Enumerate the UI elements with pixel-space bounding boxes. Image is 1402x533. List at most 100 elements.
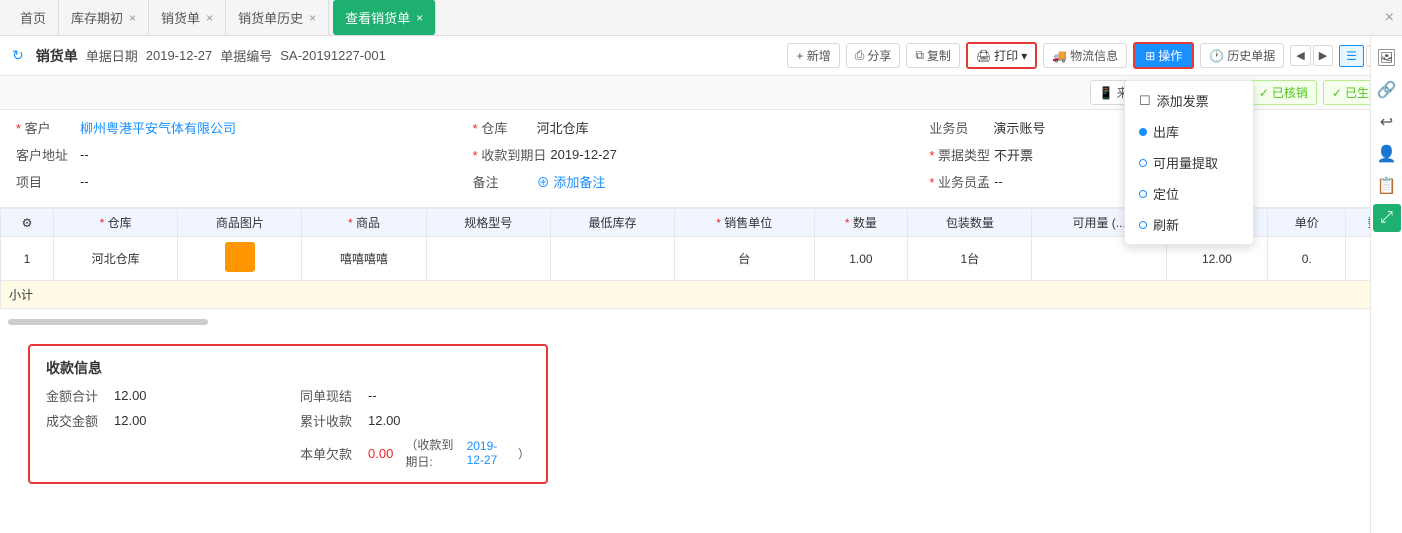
copy-button[interactable]: ⧉ 复制 [906, 43, 960, 68]
confirmed-badge[interactable]: ✓ 已核销 [1250, 80, 1317, 105]
address-label: 客户地址 [16, 145, 76, 164]
tab-inventory-init[interactable]: 库存期初 × [59, 0, 149, 35]
doc-type-title: 销货单 [36, 46, 78, 66]
arrears-label: 本单欠款 [300, 444, 360, 463]
dropdown-locate[interactable]: 定位 [1125, 178, 1253, 209]
ops-button[interactable]: ⊞ 操作 [1133, 42, 1194, 69]
share-label: 分享 [867, 47, 891, 64]
summary-title: 收款信息 [46, 358, 530, 378]
payment-date-field: 收款到期日 2019-12-27 [473, 145, 930, 164]
customer-value[interactable]: 柳州粤港平安气体有限公司 [80, 118, 236, 137]
history-button[interactable]: 🕐 历史单据 [1200, 43, 1284, 68]
payment-date-label: 收款到期日 [473, 145, 547, 164]
settings-icon: ⚙ [22, 216, 33, 230]
right-undo-btn[interactable]: ↩ [1373, 108, 1401, 136]
warehouse-label: 仓库 [473, 118, 533, 137]
tab-sales-order[interactable]: 销货单 × [149, 0, 226, 35]
tab-home-label: 首页 [20, 8, 46, 27]
bottom-area: 收款信息 金额合计 12.00 成交金额 12.00 同单现结 -- [0, 336, 1402, 504]
prev-button[interactable]: ◀ [1290, 45, 1310, 66]
cell-warehouse: 河北仓库 [54, 237, 178, 281]
col-min-stock: 最低库存 [550, 209, 674, 237]
toolbar-left: ↻ 销货单 单据日期 2019-12-27 单据编号 SA-20191227-0… [12, 46, 779, 66]
right-clipboard-btn[interactable]: 📋 [1373, 172, 1401, 200]
summary-col-left: 金额合计 12.00 成交金额 12.00 [46, 386, 276, 470]
plus-icon: ⊕ [537, 175, 550, 190]
dropdown-add-invoice[interactable]: ☐ 添加发票 [1125, 85, 1253, 116]
ticket-type-value: 不开票 [994, 145, 1033, 164]
remark-field: 备注 ⊕ 添加备注 [473, 172, 930, 191]
col-warehouse: 仓库 [54, 209, 178, 237]
print-button[interactable]: 🖨 打印 ▾ [966, 42, 1037, 69]
dropdown-label-locate: 定位 [1153, 184, 1179, 203]
add-remark-button[interactable]: ⊕ 添加备注 [537, 172, 606, 191]
col-unit: 销售单位 [675, 209, 815, 237]
summary-panel: 收款信息 金额合计 12.00 成交金额 12.00 同单现结 -- [28, 344, 548, 484]
deal-amount-label: 成交金额 [46, 411, 106, 430]
tab-sales-history[interactable]: 销货单历史 × [226, 0, 329, 35]
cell-image [178, 237, 302, 281]
right-image-btn[interactable]: 🖼 [1373, 44, 1401, 72]
ticket-type-label: 票据类型 [929, 145, 990, 164]
warehouse-value: 河北仓库 [537, 118, 589, 137]
subtotal-row: 小计 [1, 281, 1402, 309]
close-view-tab[interactable]: × [416, 11, 423, 25]
dropdown-available[interactable]: 可用量提取 [1125, 147, 1253, 178]
cumulative-label: 累计收款 [300, 411, 360, 430]
window-close-button[interactable]: × [1385, 9, 1394, 27]
list-view-button[interactable]: ☰ [1339, 45, 1364, 67]
dropdown-label-refresh: 刷新 [1153, 215, 1179, 234]
close-history-tab[interactable]: × [309, 11, 316, 25]
cell-price: 0. [1268, 237, 1346, 281]
deal-amount-value: 12.00 [114, 413, 147, 428]
col-gear[interactable]: ⚙ [1, 209, 54, 237]
dropdown-label-available: 可用量提取 [1153, 153, 1218, 172]
cell-unit: 台 [675, 237, 815, 281]
summary-same-order: 同单现结 -- [300, 386, 530, 405]
close-inventory-tab[interactable]: × [129, 11, 136, 25]
ops-dropdown-menu: ☐ 添加发票 出库 可用量提取 定位 刷新 [1124, 80, 1254, 245]
dropdown-outbound[interactable]: 出库 [1125, 116, 1253, 147]
doc-number-value: SA-20191227-001 [280, 48, 386, 63]
col-price: 单价 [1268, 209, 1346, 237]
cell-min-stock [550, 237, 674, 281]
tab-view-sales[interactable]: 查看销货单 × [333, 0, 436, 35]
share-button[interactable]: ⎙ 分享 [846, 43, 901, 68]
horizontal-scroll-area[interactable] [0, 309, 1402, 332]
summary-deal-amount: 成交金额 12.00 [46, 411, 276, 430]
arrears-value: 0.00 [368, 446, 393, 461]
right-expand-btn[interactable]: ⤢ [1373, 204, 1401, 232]
same-order-label: 同单现结 [300, 386, 360, 405]
logistics-icon: 🚚 [1052, 49, 1067, 63]
arrears-due-date-value: 2019-12-27 [467, 439, 510, 467]
next-button[interactable]: ▶ [1313, 45, 1333, 66]
customer-field: 客户 柳州粤港平安气体有限公司 [16, 118, 473, 137]
tab-view-label: 查看销货单 [345, 8, 410, 27]
col-image: 商品图片 [178, 209, 302, 237]
payment-date-value: 2019-12-27 [550, 147, 617, 162]
tab-home[interactable]: 首页 [8, 0, 59, 35]
logistics-button[interactable]: 🚚 物流信息 [1043, 43, 1127, 68]
new-button[interactable]: + 新增 [787, 43, 839, 68]
cell-product: 嘻嘻嘻嘻 [302, 237, 426, 281]
cell-seq: 1 [1, 237, 54, 281]
col-qty: 数量 [814, 209, 908, 237]
right-user-btn[interactable]: 👤 [1373, 140, 1401, 168]
col-spec: 规格型号 [426, 209, 550, 237]
staff-value: 演示账号 [993, 118, 1045, 137]
confirmed-label: 已核销 [1272, 84, 1308, 101]
customer-label: 客户 [16, 118, 76, 137]
col-product: 商品 [302, 209, 426, 237]
print-dropdown-arrow[interactable]: ▾ [1021, 49, 1027, 63]
right-panel: 🖼 🔗 ↩ 👤 📋 ⤢ [1370, 36, 1402, 533]
toolbar-right: + 新增 ⎙ 分享 ⧉ 复制 🖨 打印 ▾ 🚚 物流信息 ⊞ [787, 42, 1390, 69]
radio-dot-locate [1139, 190, 1147, 198]
dropdown-label-invoice: 添加发票 [1157, 91, 1209, 110]
amount-total-value: 12.00 [114, 388, 147, 403]
remark-label: 备注 [473, 172, 533, 191]
mobile-icon: 📱 [1099, 86, 1114, 100]
right-link-btn[interactable]: 🔗 [1373, 76, 1401, 104]
dropdown-refresh[interactable]: 刷新 [1125, 209, 1253, 240]
checkbox-icon: ☐ [1139, 93, 1151, 109]
close-sales-tab[interactable]: × [206, 11, 213, 25]
